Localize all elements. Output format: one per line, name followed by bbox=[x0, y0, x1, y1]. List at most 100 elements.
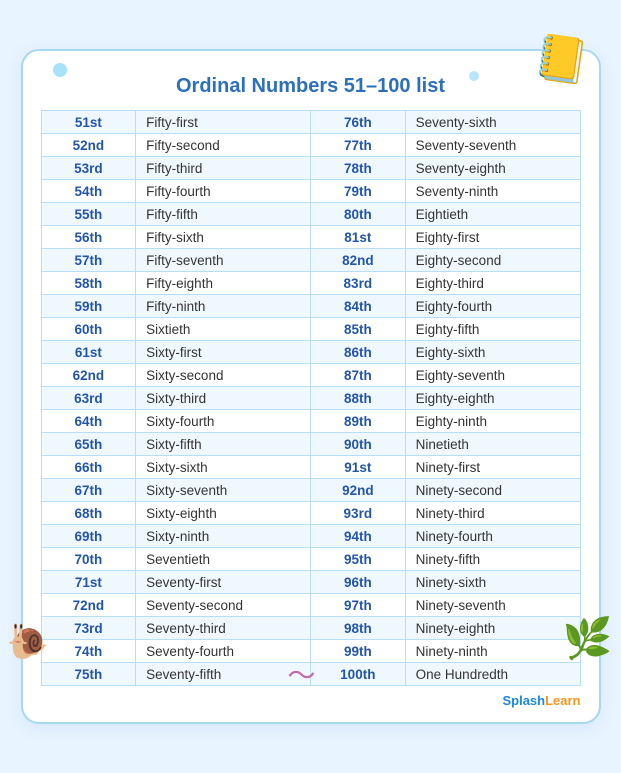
ordinal-word-left: Fifty-fourth bbox=[136, 180, 311, 203]
table-row: 54thFifty-fourth79thSeventy-ninth bbox=[41, 180, 580, 203]
ordinal-word-left: Sixty-fourth bbox=[136, 410, 311, 433]
ordinal-word-left: Sixty-eighth bbox=[136, 502, 311, 525]
table-row: 70thSeventieth95thNinety-fifth bbox=[41, 548, 580, 571]
ordinal-word-left: Seventy-second bbox=[136, 594, 311, 617]
ordinal-number-left: 56th bbox=[41, 226, 136, 249]
ordinal-number-left: 71st bbox=[41, 571, 136, 594]
ordinal-word-left: Sixty-first bbox=[136, 341, 311, 364]
ordinal-word-right: Ninetieth bbox=[405, 433, 580, 456]
table-row: 53rdFifty-third78thSeventy-eighth bbox=[41, 157, 580, 180]
ordinal-number-right: 86th bbox=[310, 341, 405, 364]
ordinal-number-left: 73rd bbox=[41, 617, 136, 640]
ordinal-word-right: Eighty-ninth bbox=[405, 410, 580, 433]
table-row: 71stSeventy-first96thNinety-sixth bbox=[41, 571, 580, 594]
swirl-decoration: 〜 bbox=[287, 654, 315, 694]
ordinal-word-left: Fifty-ninth bbox=[136, 295, 311, 318]
ordinal-word-left: Seventy-fifth bbox=[136, 663, 311, 686]
ordinal-word-right: Ninety-sixth bbox=[405, 571, 580, 594]
brand-prefix: Splash bbox=[502, 693, 545, 708]
deco-circle1 bbox=[53, 63, 67, 77]
ordinal-number-left: 53rd bbox=[41, 157, 136, 180]
ordinal-word-left: Seventy-first bbox=[136, 571, 311, 594]
brand-label: SplashLearn bbox=[41, 693, 581, 708]
ordinal-number-left: 61st bbox=[41, 341, 136, 364]
ordinal-number-left: 59th bbox=[41, 295, 136, 318]
ordinal-word-left: Sixty-fifth bbox=[136, 433, 311, 456]
ordinal-word-right: Eighty-fifth bbox=[405, 318, 580, 341]
ordinal-number-left: 55th bbox=[41, 203, 136, 226]
ordinal-number-left: 60th bbox=[41, 318, 136, 341]
notebook-decoration: 📒 bbox=[530, 29, 592, 88]
ordinal-number-left: 75th bbox=[41, 663, 136, 686]
ordinal-word-right: Eighty-sixth bbox=[405, 341, 580, 364]
ordinal-number-right: 78th bbox=[310, 157, 405, 180]
ordinal-word-left: Fifty-fifth bbox=[136, 203, 311, 226]
ordinal-word-right: Seventy-sixth bbox=[405, 111, 580, 134]
ordinal-word-left: Fifty-eighth bbox=[136, 272, 311, 295]
ordinal-number-right: 76th bbox=[310, 111, 405, 134]
ordinal-word-right: Ninety-seventh bbox=[405, 594, 580, 617]
ordinal-word-right: Eighty-third bbox=[405, 272, 580, 295]
ordinal-table: 51stFifty-first76thSeventy-sixth52ndFift… bbox=[41, 110, 581, 686]
ordinal-number-right: 80th bbox=[310, 203, 405, 226]
ordinal-number-right: 91st bbox=[310, 456, 405, 479]
ordinal-word-left: Fifty-seventh bbox=[136, 249, 311, 272]
table-row: 62ndSixty-second87thEighty-seventh bbox=[41, 364, 580, 387]
ordinal-number-right: 93rd bbox=[310, 502, 405, 525]
ordinal-word-left: Seventy-fourth bbox=[136, 640, 311, 663]
table-row: 68thSixty-eighth93rdNinety-third bbox=[41, 502, 580, 525]
ordinal-number-right: 99th bbox=[310, 640, 405, 663]
ordinal-number-left: 67th bbox=[41, 479, 136, 502]
ordinal-word-right: Ninety-first bbox=[405, 456, 580, 479]
plant-decoration: 🌿 bbox=[563, 615, 613, 662]
ordinal-word-right: Eighty-fourth bbox=[405, 295, 580, 318]
ordinal-number-right: 95th bbox=[310, 548, 405, 571]
snail-decoration: 🐌 bbox=[7, 622, 49, 662]
ordinal-number-right: 88th bbox=[310, 387, 405, 410]
table-row: 67thSixty-seventh92ndNinety-second bbox=[41, 479, 580, 502]
ordinal-number-right: 87th bbox=[310, 364, 405, 387]
ordinal-number-right: 89th bbox=[310, 410, 405, 433]
ordinal-word-right: Ninety-second bbox=[405, 479, 580, 502]
table-row: 60thSixtieth85thEighty-fifth bbox=[41, 318, 580, 341]
ordinal-word-right: Eighty-seventh bbox=[405, 364, 580, 387]
ordinal-word-left: Sixtieth bbox=[136, 318, 311, 341]
ordinal-number-left: 72nd bbox=[41, 594, 136, 617]
table-row: 57thFifty-seventh82ndEighty-second bbox=[41, 249, 580, 272]
ordinal-word-left: Sixty-second bbox=[136, 364, 311, 387]
table-row: 58thFifty-eighth83rdEighty-third bbox=[41, 272, 580, 295]
ordinal-number-left: 64th bbox=[41, 410, 136, 433]
ordinal-number-left: 58th bbox=[41, 272, 136, 295]
ordinal-word-right: Ninety-fifth bbox=[405, 548, 580, 571]
ordinal-word-left: Fifty-sixth bbox=[136, 226, 311, 249]
table-row: 69thSixty-ninth94thNinety-fourth bbox=[41, 525, 580, 548]
ordinal-word-right: Ninety-ninth bbox=[405, 640, 580, 663]
ordinal-word-right: Ninety-eighth bbox=[405, 617, 580, 640]
ordinal-word-right: Ninety-third bbox=[405, 502, 580, 525]
ordinal-number-right: 81st bbox=[310, 226, 405, 249]
ordinal-number-right: 79th bbox=[310, 180, 405, 203]
ordinal-word-left: Sixty-seventh bbox=[136, 479, 311, 502]
ordinal-word-right: Eighty-first bbox=[405, 226, 580, 249]
ordinal-number-left: 74th bbox=[41, 640, 136, 663]
ordinal-word-right: Seventy-seventh bbox=[405, 134, 580, 157]
ordinal-number-left: 70th bbox=[41, 548, 136, 571]
ordinal-word-left: Fifty-first bbox=[136, 111, 311, 134]
ordinal-number-left: 63rd bbox=[41, 387, 136, 410]
ordinal-word-left: Seventieth bbox=[136, 548, 311, 571]
table-row: 72ndSeventy-second97thNinety-seventh bbox=[41, 594, 580, 617]
ordinal-number-left: 68th bbox=[41, 502, 136, 525]
table-row: 56thFifty-sixth81stEighty-first bbox=[41, 226, 580, 249]
ordinal-word-right: Seventy-eighth bbox=[405, 157, 580, 180]
ordinal-number-right: 85th bbox=[310, 318, 405, 341]
ordinal-word-right: Eighty-second bbox=[405, 249, 580, 272]
table-row: 73rdSeventy-third98thNinety-eighth bbox=[41, 617, 580, 640]
ordinal-number-right: 96th bbox=[310, 571, 405, 594]
ordinal-word-left: Sixty-sixth bbox=[136, 456, 311, 479]
ordinal-word-left: Sixty-third bbox=[136, 387, 311, 410]
ordinal-number-left: 54th bbox=[41, 180, 136, 203]
ordinal-number-right: 82nd bbox=[310, 249, 405, 272]
ordinal-number-right: 98th bbox=[310, 617, 405, 640]
ordinal-number-left: 69th bbox=[41, 525, 136, 548]
card: 📒 Ordinal Numbers 51–100 list 51stFifty-… bbox=[21, 49, 601, 724]
